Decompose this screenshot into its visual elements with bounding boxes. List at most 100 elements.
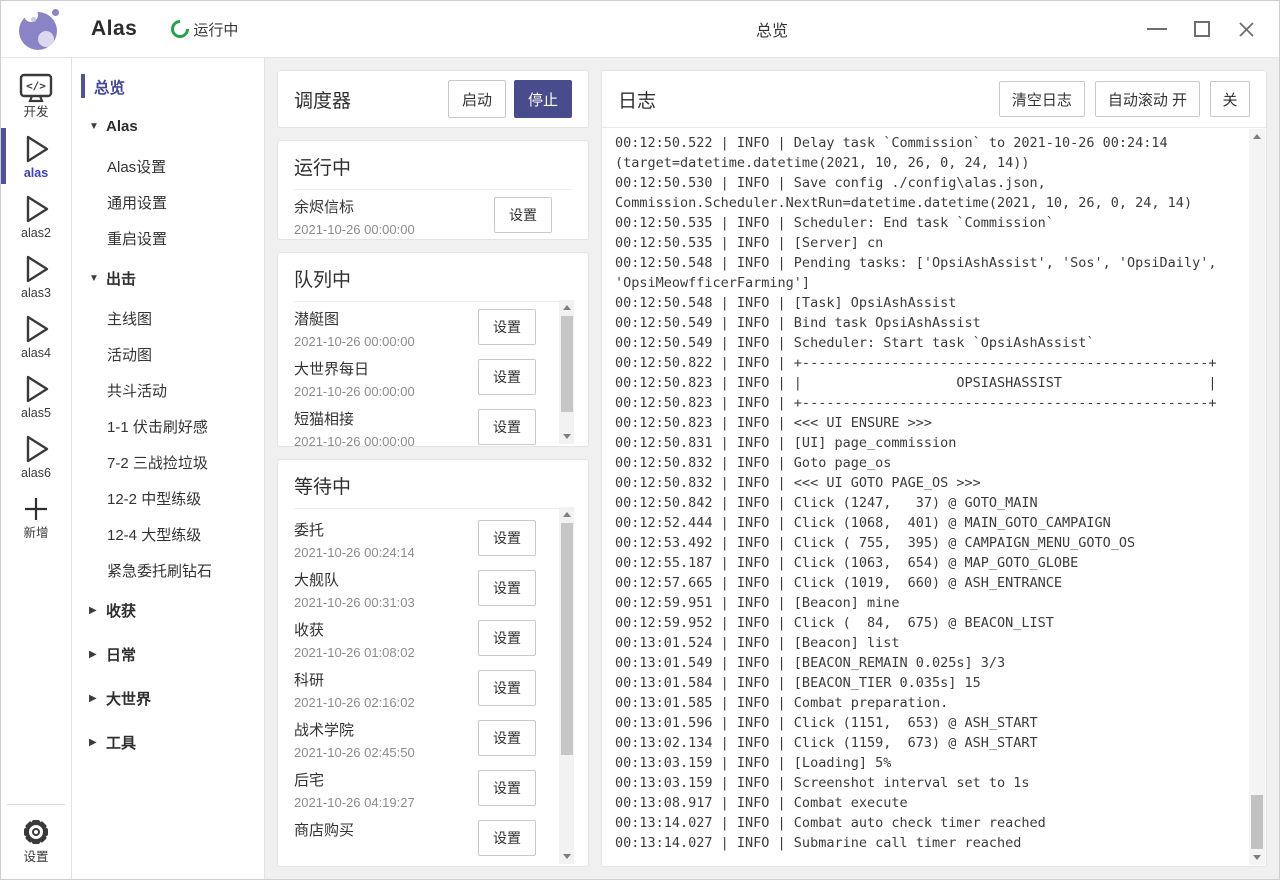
minimize-button[interactable]: [1134, 1, 1179, 57]
gear-icon: [21, 817, 51, 847]
scroll-down-icon[interactable]: [1253, 855, 1261, 860]
content-area: 调度器 启动 停止 运行中 余烬信标 2021-10-26 00:00:00 设…: [265, 58, 1279, 879]
task-row: 余烬信标 2021-10-26 00:00:00 设置: [294, 190, 572, 240]
log-off-button[interactable]: 关: [1210, 81, 1250, 117]
rail-item-icon: [18, 132, 54, 166]
menu-item[interactable]: 紧急委托刷钻石: [72, 552, 264, 588]
menu-item[interactable]: 12-2 中型练级: [72, 480, 264, 516]
scroll-thumb[interactable]: [561, 316, 573, 412]
menu-item-label: 12-2 中型练级: [107, 488, 201, 509]
task-settings-button[interactable]: 设置: [478, 520, 536, 556]
task-settings-button[interactable]: 设置: [478, 309, 536, 345]
menu-item[interactable]: ▼ Alas: [72, 104, 264, 148]
expand-arrow-icon: ▶: [89, 605, 106, 616]
task-settings-button[interactable]: 设置: [478, 570, 536, 606]
start-button[interactable]: 启动: [448, 80, 506, 118]
menu-item[interactable]: 主线图: [72, 300, 264, 336]
rail-item-label: alas2: [21, 226, 51, 241]
log-line: 00:12:50.831 | INFO | [UI] page_commissi…: [615, 433, 1249, 453]
task-row: 商店购买 设置: [294, 813, 572, 863]
scroll-thumb[interactable]: [561, 523, 573, 755]
app-title: Alas: [91, 17, 137, 41]
rail-item[interactable]: alas2: [1, 186, 71, 246]
expand-arrow-icon: ▶: [89, 649, 106, 660]
task-settings-button[interactable]: 设置: [494, 197, 552, 233]
log-line: 00:13:01.524 | INFO | [Beacon] list: [615, 633, 1249, 653]
menu-item[interactable]: ▶ 日常: [72, 632, 264, 676]
log-line: 00:13:01.549 | INFO | [BEACON_REMAIN 0.0…: [615, 653, 1249, 673]
scroll-thumb[interactable]: [1251, 795, 1263, 849]
rail-item-icon: [19, 492, 53, 526]
task-row: 科研 2021-10-26 02:16:02 设置: [294, 663, 572, 713]
close-button[interactable]: [1224, 1, 1269, 57]
task-settings-button[interactable]: 设置: [478, 620, 536, 656]
menu-item-label: 紧急委托刷钻石: [107, 560, 212, 581]
rail-item-label: alas: [24, 166, 48, 181]
menu-item[interactable]: 7-2 三战捡垃圾: [72, 444, 264, 480]
menu-item[interactable]: ▶ 收获: [72, 588, 264, 632]
task-row: 大舰队 2021-10-26 00:31:03 设置: [294, 563, 572, 613]
task-row: 战术学院 2021-10-26 02:45:50 设置: [294, 713, 572, 763]
dev-monitor-icon: </>: [19, 73, 53, 105]
rail-item-label: 新增: [23, 526, 48, 541]
log-scrollbar[interactable]: [1249, 129, 1265, 865]
log-line: 00:12:59.952 | INFO | Click ( 84, 675) @…: [615, 613, 1249, 633]
menu-item[interactable]: 重启设置: [72, 220, 264, 256]
log-line: 00:12:59.951 | INFO | [Beacon] mine: [615, 593, 1249, 613]
menu-item[interactable]: 1-1 伏击刷好感: [72, 408, 264, 444]
menu-item[interactable]: ▶ 大世界: [72, 676, 264, 720]
rail-item-label: alas5: [21, 406, 51, 421]
play-icon: [18, 192, 54, 226]
task-row: 短猫相接 2021-10-26 00:00:00 设置: [294, 402, 572, 447]
running-title: 运行中: [294, 141, 572, 180]
page-title: 总览: [265, 17, 1279, 41]
log-line: 00:12:55.187 | INFO | Click (1063, 654) …: [615, 553, 1249, 573]
waiting-task-list: 委托 2021-10-26 00:24:14 设置 大舰队 2021-10-26…: [294, 509, 572, 866]
alas-logo-icon: [17, 7, 61, 51]
expand-arrow-icon: ▼: [89, 273, 106, 284]
queue-title: 队列中: [294, 253, 572, 292]
stop-button[interactable]: 停止: [514, 80, 572, 118]
menu-item[interactable]: 通用设置: [72, 184, 264, 220]
rail-item[interactable]: alas3: [1, 246, 71, 306]
rail-item[interactable]: alas: [1, 126, 71, 186]
rail-item[interactable]: alas4: [1, 306, 71, 366]
log-panel: 日志 清空日志 自动滚动 开 关 00:12:50.522 | INFO | D…: [601, 70, 1267, 867]
rail-item-icon: [18, 432, 54, 466]
menu-item[interactable]: 共斗活动: [72, 372, 264, 408]
task-settings-button[interactable]: 设置: [478, 820, 536, 856]
scroll-down-icon[interactable]: [563, 854, 571, 859]
task-settings-button[interactable]: 设置: [478, 409, 536, 445]
log-line: 00:12:50.842 | INFO | Click (1247, 37) @…: [615, 493, 1249, 513]
scroll-down-icon[interactable]: [563, 434, 571, 439]
scroll-up-icon[interactable]: [1253, 134, 1261, 139]
rail-item[interactable]: </> 开发: [1, 66, 71, 126]
menu-item-label: 出击: [106, 268, 136, 289]
waiting-scrollbar[interactable]: [559, 507, 574, 864]
rail-item[interactable]: alas6: [1, 426, 71, 486]
task-settings-button[interactable]: 设置: [478, 720, 536, 756]
menu-item[interactable]: ▼ 出击: [72, 256, 264, 300]
log-body[interactable]: 00:12:50.522 | INFO | Delay task `Commis…: [602, 128, 1266, 866]
rail-item-icon: [18, 252, 54, 286]
task-settings-button[interactable]: 设置: [478, 670, 536, 706]
autoscroll-button[interactable]: 自动滚动 开: [1095, 81, 1200, 117]
menu-item[interactable]: ▶ 工具: [72, 720, 264, 764]
scroll-up-icon[interactable]: [563, 512, 571, 517]
scroll-up-icon[interactable]: [563, 305, 571, 310]
task-settings-button[interactable]: 设置: [478, 359, 536, 395]
queue-scrollbar[interactable]: [559, 300, 574, 444]
menu-item[interactable]: 活动图: [72, 336, 264, 372]
maximize-button[interactable]: [1179, 1, 1224, 57]
menu-item[interactable]: 总览: [72, 70, 264, 104]
task-settings-button[interactable]: 设置: [478, 770, 536, 806]
rail-item-settings[interactable]: 设置: [7, 804, 65, 879]
rail-item[interactable]: alas5: [1, 366, 71, 426]
rail-item[interactable]: 新增: [1, 486, 71, 546]
menu-item[interactable]: Alas设置: [72, 148, 264, 184]
menu-item[interactable]: 12-4 大型练级: [72, 516, 264, 552]
menu-item-label: Alas设置: [107, 156, 166, 177]
clear-log-button[interactable]: 清空日志: [999, 81, 1085, 117]
log-line: 00:13:08.917 | INFO | Combat execute: [615, 793, 1249, 813]
log-line: 00:12:50.832 | INFO | <<< UI GOTO PAGE_O…: [615, 473, 1249, 493]
